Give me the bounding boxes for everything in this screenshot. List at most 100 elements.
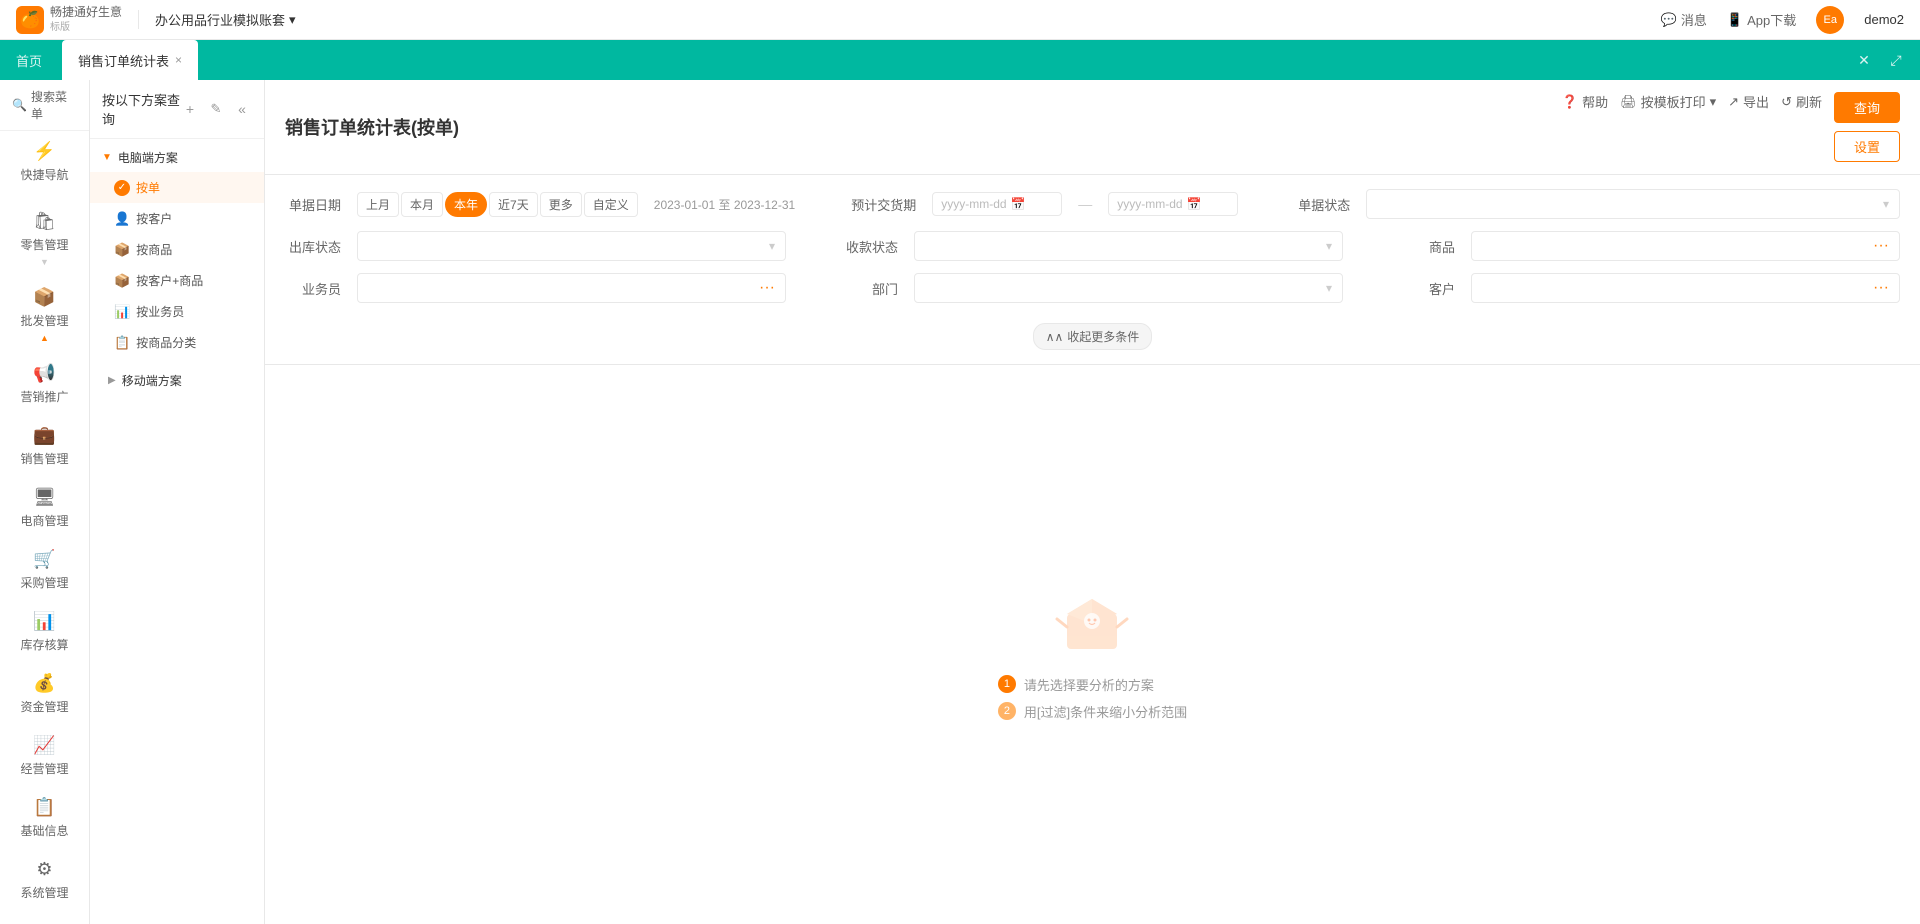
data-area: 1 请先选择要分析的方案 2 用[过滤]条件来缩小分析范围 [265,365,1920,924]
sidebar-item-enterprise[interactable]: 🤝 企业协同 [0,911,89,924]
sidebar-search[interactable]: 🔍 搜索菜单 [0,80,89,131]
payment-dropdown-icon: ▾ [1326,239,1332,253]
delivery-status-label: 出库状态 [285,237,341,256]
scheme-item-by-order[interactable]: ✓ 按单 [90,172,264,203]
sidebar-item-purchase[interactable]: 🛒 采购管理 [0,539,89,601]
empty-illustration [1047,569,1137,659]
collapse-panel-button[interactable]: « [232,99,252,119]
department-select[interactable]: ▾ [914,273,1343,303]
filter-row-more: 出库状态 ▾ 收款状态 ▾ 商品 ··· [285,231,1900,261]
triangle-right-icon: ▶ [108,375,116,386]
status-label: 单据状态 [1294,195,1350,214]
close-window-button[interactable]: ✕ [1852,48,1876,72]
scheme-item-by-product-category[interactable]: 📋 按商品分类 [90,327,264,358]
status-dropdown-icon: ▾ [1883,197,1889,211]
scheme-item-by-customer[interactable]: 👤 按客户 [90,203,264,234]
product-select[interactable]: ··· [1471,231,1900,261]
message-button[interactable]: 💬 消息 [1661,10,1707,29]
salesperson-more-icon[interactable]: ··· [759,279,775,297]
query-settings-group: 查询 设置 [1834,92,1900,162]
search-menu-button[interactable]: 🔍 搜索菜单 [12,88,77,122]
refresh-button[interactable]: ↺ 刷新 [1781,92,1822,111]
sidebar-item-system[interactable]: ⚙ 系统管理 [0,849,89,911]
print-dropdown-icon: ▾ [1710,94,1717,110]
export-button[interactable]: ↗ 导出 [1728,92,1769,111]
mobile-scheme-group-header[interactable]: ▶ 移动端方案 [90,366,264,395]
right-content: 销售订单统计表(按单) ❓ 帮助 🖨 按模板打印 ▾ ↗ 导出 [265,80,1920,924]
page-header-actions: ❓ 帮助 🖨 按模板打印 ▾ ↗ 导出 ↺ 刷新 [1562,92,1900,162]
sidebar-item-ecommerce[interactable]: 🖥 电商管理 [0,477,89,539]
sidebar-item-inventory[interactable]: 📊 库存核算 [0,601,89,663]
sidebar-item-basic[interactable]: 📋 基础信息 [0,787,89,849]
more-date-btn[interactable]: 更多 [540,192,582,217]
pc-scheme-group-header[interactable]: ▼ 电脑端方案 [90,143,264,172]
custom-date-btn[interactable]: 自定义 [584,192,638,217]
status-select[interactable]: ▾ [1366,189,1900,219]
date-buttons: 上月 本月 本年 近7天 更多 自定义 [357,192,638,217]
triangle-down-icon: ▼ [102,152,112,163]
query-button[interactable]: 查询 [1834,92,1900,123]
download-icon: 📱 [1727,12,1743,28]
add-scheme-button[interactable]: + [180,99,200,119]
last-month-btn[interactable]: 上月 [357,192,399,217]
delivery-status-select[interactable]: ▾ [357,231,786,261]
sidebar-item-marketing[interactable]: 📢 营销推广 [0,353,89,415]
this-month-btn[interactable]: 本月 [401,192,443,217]
maximize-button[interactable]: ⤢ [1884,48,1908,72]
expected-delivery-end[interactable]: yyyy-mm-dd 📅 [1108,192,1238,216]
app-download-button[interactable]: 📱 App下载 [1727,10,1796,29]
logo-area: 🍊 畅捷通好生意 标版 [16,5,122,34]
sidebar-item-finance[interactable]: 💰 资金管理 [0,663,89,725]
print-icon: 🖨 [1620,94,1637,110]
sidebar-item-operations[interactable]: 📈 经营管理 [0,725,89,787]
date-range-text: 2023-01-01 至 2023-12-31 [654,196,795,213]
scheme-item-by-salesperson[interactable]: 📊 按业务员 [90,296,264,327]
avatar[interactable]: Ea [1816,6,1844,34]
filter-row-date: 单据日期 上月 本月 本年 近7天 更多 自定义 2023-01-01 至 20… [285,189,1900,219]
expected-delivery-start[interactable]: yyyy-mm-dd 📅 [932,192,1062,216]
delivery-dropdown-icon: ▾ [769,239,775,253]
page-header: 销售订单统计表(按单) ❓ 帮助 🖨 按模板打印 ▾ ↗ 导出 [265,80,1920,175]
collapse-button[interactable]: ∧∧ 收起更多条件 [1033,323,1153,350]
product-more-icon[interactable]: ··· [1873,237,1889,255]
tab-sales-order-stats[interactable]: 销售订单统计表 × [62,40,198,80]
scheme-item-by-product[interactable]: 📦 按商品 [90,234,264,265]
company-selector[interactable]: 办公用品行业模拟账套 ▾ [138,10,296,29]
calendar-icon: 📅 [1011,197,1026,211]
sidebar-quick-nav[interactable]: ⚡ 快捷导航 [0,131,89,193]
collapse-up-icon: ∧∧ [1046,330,1064,344]
empty-svg [1047,569,1137,659]
customer-more-icon[interactable]: ··· [1873,279,1889,297]
last-7-days-btn[interactable]: 近7天 [489,192,538,217]
tab-home[interactable]: 首页 [0,40,58,80]
date-separator: — [1078,196,1092,212]
left-panel-title: 按以下方案查询 [102,90,180,128]
message-icon: 💬 [1661,12,1677,28]
user-name[interactable]: demo2 [1864,12,1904,27]
edit-scheme-button[interactable]: ✎ [206,99,226,119]
active-scheme-icon: ✓ [114,180,130,196]
payment-status-label: 收款状态 [842,237,898,256]
scheme-item-by-customer-product[interactable]: 📦 按客户+商品 [90,265,264,296]
salesperson-select[interactable]: ··· [357,273,786,303]
sidebar-item-retail[interactable]: 🛍 零售管理 ▼ [0,201,89,277]
top-bar-right: 💬 消息 📱 App下载 Ea demo2 [1661,6,1904,34]
this-year-btn[interactable]: 本年 [445,192,487,217]
sidebar-item-wholesale[interactable]: 📦 批发管理 ▲ [0,277,89,353]
chevron-right-icon: ▼ [40,257,49,267]
left-panel: 按以下方案查询 + ✎ « ▼ 电脑端方案 ✓ 按单 👤 [90,80,265,924]
empty-hint-2: 2 用[过滤]条件来缩小分析范围 [998,702,1187,721]
department-dropdown-icon: ▾ [1326,281,1332,295]
sidebar-item-sales[interactable]: 💼 销售管理 [0,415,89,477]
help-button[interactable]: ❓ 帮助 [1562,92,1608,111]
customer-select[interactable]: ··· [1471,273,1900,303]
logo-text: 畅捷通好生意 标版 [50,5,122,34]
department-label: 部门 [842,279,898,298]
calendar-icon-end: 📅 [1187,197,1202,211]
template-print-button[interactable]: 🖨 按模板打印 ▾ [1620,92,1716,111]
settings-button[interactable]: 设置 [1834,131,1900,162]
empty-hints: 1 请先选择要分析的方案 2 用[过滤]条件来缩小分析范围 [998,675,1187,721]
payment-status-select[interactable]: ▾ [914,231,1343,261]
help-icon: ❓ [1562,94,1578,110]
tab-close-icon[interactable]: × [175,53,182,67]
